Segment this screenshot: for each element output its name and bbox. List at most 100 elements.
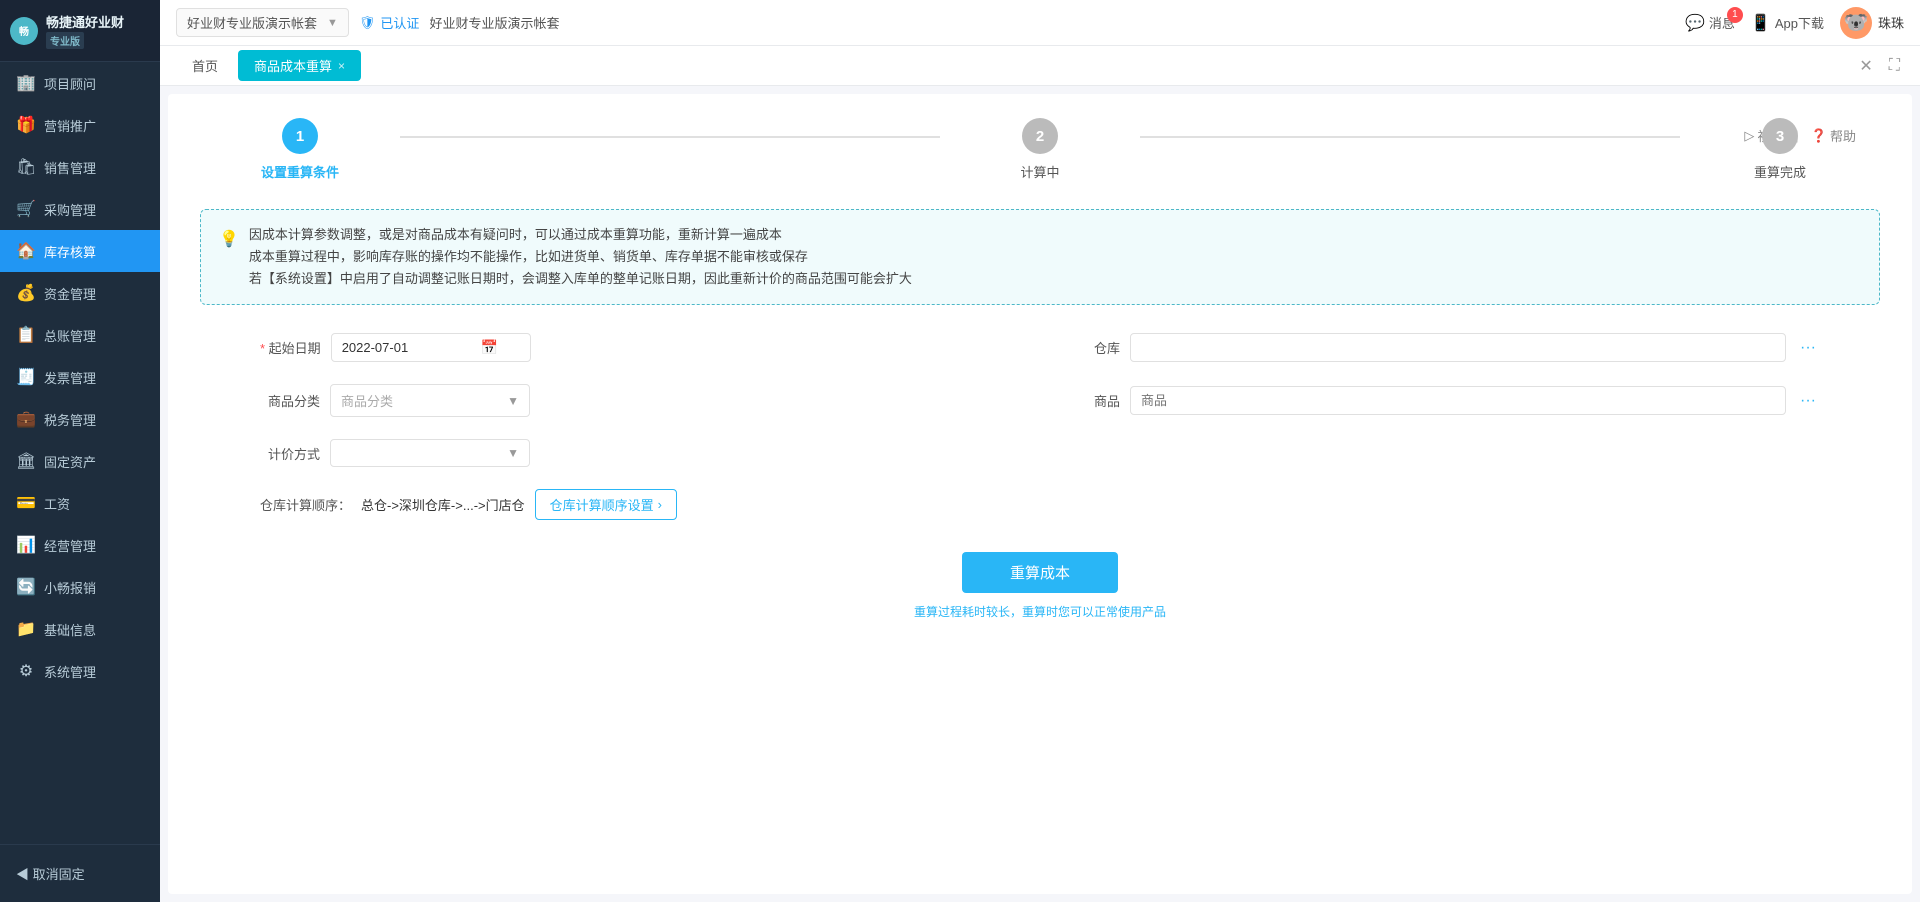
- sidebar-icon-operations: 📊: [16, 535, 36, 555]
- sidebar-bottom: ◀ 取消固定: [0, 844, 160, 902]
- app-download-label: App下载: [1775, 13, 1824, 32]
- sidebar-label-project: 项目顾问: [44, 74, 96, 93]
- sidebar-item-basic[interactable]: 📁基础信息: [0, 608, 160, 650]
- tab-recalc[interactable]: 商品成本重算 ×: [238, 50, 361, 81]
- help-label: 帮助: [1830, 126, 1856, 145]
- stepper-step-1: 1 设置重算条件: [200, 118, 400, 181]
- sidebar-icon-assets: 🏛: [16, 451, 36, 471]
- tab-close-window-btn[interactable]: ✕: [1855, 52, 1876, 80]
- warehouse-order-value: 总仓->深圳仓库->...->门店仓: [361, 495, 525, 514]
- sidebar-logo: 畅: [10, 17, 38, 45]
- notice-line: 成本重算过程中，影响库存账的操作均不能操作，比如进货单、销货单、库存单据不能审核…: [249, 246, 912, 268]
- topbar-actions: 💬 消息 1 📱 App下载 🐨 珠珠: [1685, 7, 1904, 39]
- sidebar-header: 畅 畅捷通好业财 专业版: [0, 0, 160, 62]
- warehouse-dots-icon[interactable]: ···: [1796, 339, 1820, 357]
- sidebar-item-inventory[interactable]: 🏠 库存核算: [0, 230, 160, 272]
- sidebar-label-assets: 固定资产: [44, 452, 96, 471]
- stepper: 1 设置重算条件 2 计算中 3 重算完成 ▷ 视频: [200, 118, 1880, 181]
- calendar-icon[interactable]: 📅: [481, 339, 498, 356]
- product-input[interactable]: [1130, 386, 1786, 415]
- category-arrow-icon: ▼: [507, 394, 519, 408]
- sidebar-item-system[interactable]: ⚙系统管理: [0, 650, 160, 692]
- tab-close-icon[interactable]: ×: [338, 60, 345, 72]
- sidebar-icon-sales: 🛍: [16, 157, 36, 177]
- pricing-arrow-icon: ▼: [507, 446, 519, 460]
- sidebar-icon-basic: 📁: [16, 619, 36, 639]
- step1-label: 设置重算条件: [261, 162, 339, 181]
- phone-icon: 📱: [1751, 13, 1771, 33]
- sidebar-label-marketing: 营销推广: [44, 116, 96, 135]
- warehouse-order-row: 仓库计算顺序： 总仓->深圳仓库->...->门店仓 仓库计算顺序设置 ›: [260, 489, 1820, 520]
- sidebar-label-accounting: 总账管理: [44, 326, 96, 345]
- sidebar-item-salary[interactable]: 💳工资: [0, 482, 160, 524]
- user-profile[interactable]: 🐨 珠珠: [1840, 7, 1904, 39]
- sidebar-unpin[interactable]: ◀ 取消固定: [0, 855, 160, 892]
- recalc-hint: 重算过程耗时较长，重算时您可以正常使用产品: [914, 603, 1166, 620]
- sidebar-item-marketing[interactable]: 🎁营销推广: [0, 104, 160, 146]
- sidebar-item-accounting[interactable]: 📋总账管理: [0, 314, 160, 356]
- step3-circle: 3: [1762, 118, 1798, 154]
- verified-badge: 🛡 已认证: [359, 13, 420, 32]
- notification-badge: 1: [1727, 7, 1743, 23]
- pricing-select[interactable]: ▼: [330, 439, 530, 467]
- sidebar-label-finance: 资金管理: [44, 284, 96, 303]
- warehouse-input[interactable]: [1130, 333, 1786, 362]
- sidebar-icon-inventory: 🏠: [16, 241, 36, 261]
- sidebar: 畅 畅捷通好业财 专业版 🏢 项目顾问 🎁营销推广 🛍 销售管理 🛒采购管理 🏠 库存核算 💰 资…: [0, 0, 160, 902]
- notice-line: 因成本计算参数调整，或是对商品成本有疑问时，可以通过成本重算功能，重新计算一遍成…: [249, 224, 912, 246]
- warehouse-field: 仓库 ···: [1060, 333, 1820, 362]
- main-area: 好业财专业版演示帐套 ▼ 🛡 已认证 好业财专业版演示帐套 💬 消息 1 📱 A…: [160, 0, 1920, 902]
- app-download-button[interactable]: 📱 App下载: [1751, 13, 1824, 33]
- sidebar-item-operations[interactable]: 📊 经营管理: [0, 524, 160, 566]
- sidebar-item-expense[interactable]: 🔄小畅报销: [0, 566, 160, 608]
- sidebar-label-invoice: 发票管理: [44, 368, 96, 387]
- start-date-label: 起始日期: [260, 338, 321, 357]
- form-row-1: 起始日期 📅 仓库 ···: [260, 333, 1820, 362]
- chevron-right-icon: ›: [658, 497, 662, 512]
- recalc-button[interactable]: 重算成本: [962, 552, 1118, 593]
- sidebar-icon-finance: 💰: [16, 283, 36, 303]
- sidebar-label-expense: 小畅报销: [44, 578, 96, 597]
- warehouse-settings-label: 仓库计算顺序设置: [550, 495, 654, 514]
- play-icon: ▷: [1744, 128, 1754, 144]
- step1-circle: 1: [282, 118, 318, 154]
- category-select[interactable]: 商品分类 ▼: [330, 384, 530, 417]
- sidebar-title: 畅捷通好业财: [46, 12, 124, 31]
- sidebar-nav: 🏢 项目顾问 🎁营销推广 🛍 销售管理 🛒采购管理 🏠 库存核算 💰 资金管理 📋总账管理 🧾 发票管理…: [0, 62, 160, 844]
- sidebar-label-inventory: 库存核算: [44, 242, 96, 261]
- warehouse-order-settings-btn[interactable]: 仓库计算顺序设置 ›: [535, 489, 677, 520]
- sidebar-icon-invoice: 🧾: [16, 367, 36, 387]
- topbar-account-label: 好业财专业版演示帐套: [429, 13, 559, 32]
- tab-home[interactable]: 首页: [176, 50, 234, 81]
- account-arrow-icon: ▼: [327, 17, 338, 29]
- sidebar-label-operations: 经营管理: [44, 536, 96, 555]
- start-date-field: 起始日期 📅: [260, 333, 1020, 362]
- sidebar-label-purchase: 采购管理: [44, 200, 96, 219]
- sidebar-icon-project: 🏢: [16, 73, 36, 93]
- sidebar-item-sales[interactable]: 🛍 销售管理: [0, 146, 160, 188]
- sidebar-item-tax[interactable]: 💼税务管理: [0, 398, 160, 440]
- account-selector[interactable]: 好业财专业版演示帐套 ▼: [176, 8, 349, 37]
- tabs-bar-right: ✕ ⛶: [1855, 52, 1904, 80]
- help-link[interactable]: ❓ 帮助: [1811, 126, 1856, 145]
- message-button[interactable]: 💬 消息 1: [1685, 13, 1735, 33]
- avatar: 🐨: [1840, 7, 1872, 39]
- stepper-line-1: [400, 136, 940, 138]
- tab-expand-btn[interactable]: ⛶: [1885, 53, 1904, 79]
- start-date-input[interactable]: [331, 333, 531, 362]
- sidebar-item-purchase[interactable]: 🛒采购管理: [0, 188, 160, 230]
- sidebar-item-project[interactable]: 🏢 项目顾问: [0, 62, 160, 104]
- sidebar-icon-salary: 💳: [16, 493, 36, 513]
- sidebar-label-sales: 销售管理: [44, 158, 96, 177]
- stepper-line-2: [1140, 136, 1680, 138]
- step2-circle: 2: [1022, 118, 1058, 154]
- notice-content: 因成本计算参数调整，或是对商品成本有疑问时，可以通过成本重算功能，重新计算一遍成…: [249, 224, 912, 290]
- sidebar-item-invoice[interactable]: 🧾 发票管理: [0, 356, 160, 398]
- product-dots-icon[interactable]: ···: [1796, 392, 1820, 410]
- category-label: 商品分类: [260, 391, 320, 410]
- action-center: 重算成本 重算过程耗时较长，重算时您可以正常使用产品: [200, 552, 1880, 620]
- sidebar-item-finance[interactable]: 💰 资金管理: [0, 272, 160, 314]
- step3-label: 重算完成: [1754, 162, 1806, 181]
- sidebar-icon-system: ⚙: [16, 661, 36, 681]
- sidebar-item-assets[interactable]: 🏛 固定资产: [0, 440, 160, 482]
